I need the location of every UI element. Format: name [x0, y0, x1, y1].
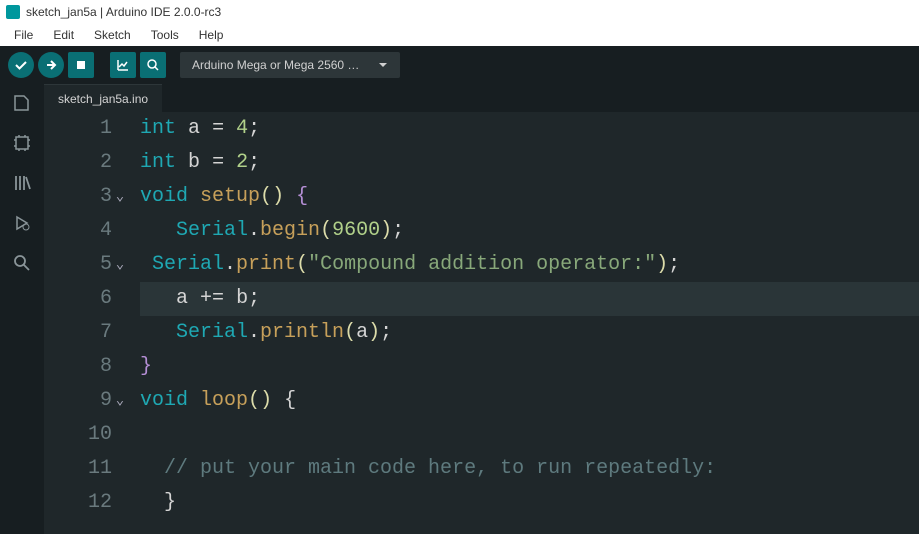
main-area: sketch_jan5a.ino 123⌄45⌄6789⌄101112 int …: [0, 84, 919, 534]
line-number: 4: [44, 214, 134, 248]
code-line[interactable]: Serial.print("Compound addition operator…: [140, 248, 919, 282]
serial-plotter-button[interactable]: [110, 52, 136, 78]
search-icon[interactable]: [11, 252, 33, 274]
menu-file[interactable]: File: [4, 26, 43, 44]
code-line[interactable]: }: [140, 350, 919, 384]
monitor-icon: [146, 58, 160, 72]
menu-help[interactable]: Help: [189, 26, 234, 44]
code-line[interactable]: }: [140, 486, 919, 520]
toolbar: Arduino Mega or Mega 2560 …: [0, 46, 919, 84]
activity-sidebar: [0, 84, 44, 534]
arrow-right-icon: [44, 58, 58, 72]
square-icon: [75, 59, 87, 71]
line-number: 11: [44, 452, 134, 486]
title-bar: sketch_jan5a | Arduino IDE 2.0.0-rc3: [0, 0, 919, 24]
menu-sketch[interactable]: Sketch: [84, 26, 141, 44]
line-number: 5⌄: [44, 248, 134, 282]
code-line[interactable]: void setup() {: [140, 180, 919, 214]
fold-chevron-icon[interactable]: ⌄: [112, 180, 128, 214]
debug-button[interactable]: [68, 52, 94, 78]
upload-button[interactable]: [38, 52, 64, 78]
window-title: sketch_jan5a | Arduino IDE 2.0.0-rc3: [26, 5, 221, 19]
line-number: 10: [44, 418, 134, 452]
chevron-down-icon: [378, 60, 388, 70]
code-body[interactable]: int a = 4;int b = 2;void setup() { Seria…: [134, 112, 919, 534]
check-icon: [14, 58, 28, 72]
debug-icon[interactable]: [11, 212, 33, 234]
gutter: 123⌄45⌄6789⌄101112: [44, 112, 134, 534]
board-selector-label: Arduino Mega or Mega 2560 …: [192, 58, 359, 72]
boards-manager-icon[interactable]: [11, 132, 33, 154]
code-line[interactable]: void loop() {: [140, 384, 919, 418]
code-line[interactable]: Serial.begin(9600);: [140, 214, 919, 248]
menu-tools[interactable]: Tools: [141, 26, 189, 44]
line-number: 3⌄: [44, 180, 134, 214]
menu-edit[interactable]: Edit: [43, 26, 84, 44]
tab-sketch[interactable]: sketch_jan5a.ino: [44, 84, 162, 112]
tab-label: sketch_jan5a.ino: [58, 92, 148, 106]
menu-bar: File Edit Sketch Tools Help: [0, 24, 919, 46]
line-number: 2: [44, 146, 134, 180]
library-manager-icon[interactable]: [11, 172, 33, 194]
line-number: 1: [44, 112, 134, 146]
sketchbook-icon[interactable]: [11, 92, 33, 114]
line-number: 9⌄: [44, 384, 134, 418]
code-line[interactable]: a += b;: [140, 282, 919, 316]
plot-icon: [116, 58, 130, 72]
editor-tabs: sketch_jan5a.ino: [44, 84, 919, 112]
app-icon: [6, 5, 20, 19]
code-editor[interactable]: 123⌄45⌄6789⌄101112 int a = 4;int b = 2;v…: [44, 112, 919, 534]
code-line[interactable]: Serial.println(a);: [140, 316, 919, 350]
code-line[interactable]: int b = 2;: [140, 146, 919, 180]
line-number: 8: [44, 350, 134, 384]
code-line[interactable]: int a = 4;: [140, 112, 919, 146]
editor-area: sketch_jan5a.ino 123⌄45⌄6789⌄101112 int …: [44, 84, 919, 534]
line-number: 12: [44, 486, 134, 520]
fold-chevron-icon[interactable]: ⌄: [112, 384, 128, 418]
serial-monitor-button[interactable]: [140, 52, 166, 78]
line-number: 7: [44, 316, 134, 350]
fold-chevron-icon[interactable]: ⌄: [112, 248, 128, 282]
code-line[interactable]: // put your main code here, to run repea…: [140, 452, 919, 486]
line-number: 6: [44, 282, 134, 316]
code-line[interactable]: [140, 418, 919, 452]
verify-button[interactable]: [8, 52, 34, 78]
board-selector[interactable]: Arduino Mega or Mega 2560 …: [180, 52, 400, 78]
